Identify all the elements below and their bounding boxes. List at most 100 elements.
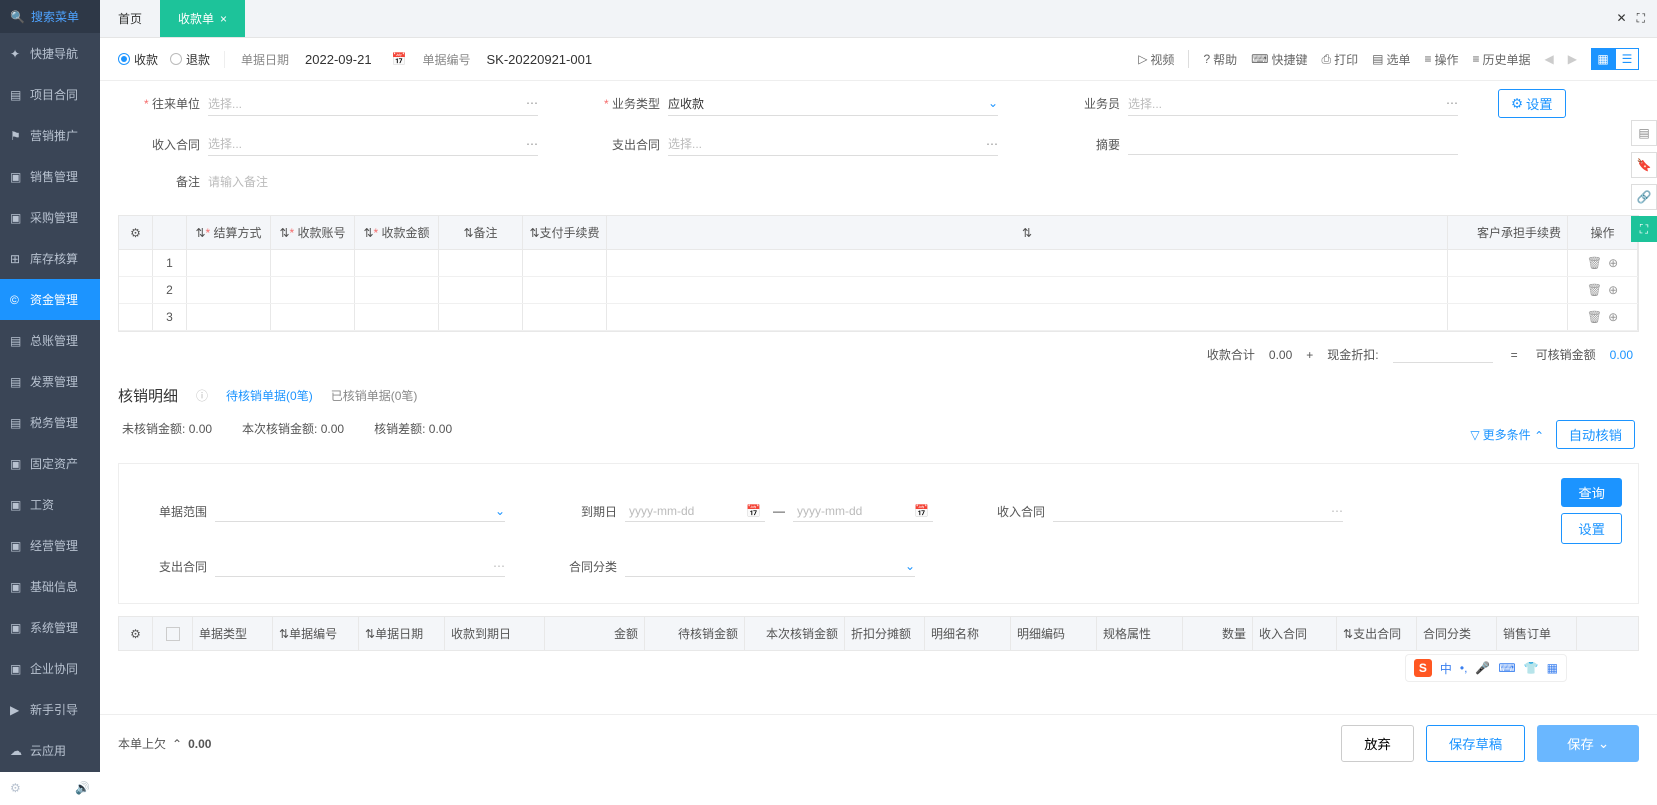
- col-amt[interactable]: 金额: [545, 617, 645, 650]
- calendar-icon[interactable]: 📅: [914, 504, 929, 518]
- fullscreen-icon[interactable]: ⛶: [1637, 11, 1645, 26]
- sidebar-item-invoice[interactable]: ▤发票管理: [0, 361, 100, 402]
- col-docdate[interactable]: ⇅ 单据日期: [359, 617, 445, 650]
- checkbox-all[interactable]: [153, 617, 193, 650]
- settings-icon[interactable]: ⚙: [10, 781, 21, 795]
- sidebar-item-ops[interactable]: ▣经营管理: [0, 525, 100, 566]
- sidebar-item-system[interactable]: ▣系统管理: [0, 607, 100, 648]
- col-remark[interactable]: ⇅ 备注: [439, 216, 523, 249]
- owe-toggle-icon[interactable]: ⌃: [172, 737, 182, 751]
- sidebar-item-cloud[interactable]: ☁云应用: [0, 730, 100, 771]
- remark-input[interactable]: 请输入备注: [208, 170, 978, 193]
- operate-button[interactable]: ≡操作: [1424, 51, 1458, 68]
- col-settle[interactable]: ⇅ 结算方式: [187, 216, 271, 249]
- expense-contract-filter-input[interactable]: ⋯: [215, 556, 505, 577]
- biztype-input[interactable]: 应收款⌄: [668, 92, 998, 116]
- col-detailcode[interactable]: 明细编码: [1011, 617, 1097, 650]
- col-fee[interactable]: ⇅ 支付手续费: [523, 216, 607, 249]
- partner-input[interactable]: 选择...⋯: [208, 92, 538, 116]
- delete-icon[interactable]: 🗑: [1587, 283, 1602, 297]
- abandon-button[interactable]: 放弃: [1341, 725, 1414, 762]
- volume-icon[interactable]: 🔊: [75, 781, 90, 795]
- add-row-icon[interactable]: ⊕: [1608, 283, 1618, 297]
- salesman-input[interactable]: 选择...⋯: [1128, 92, 1458, 116]
- ime-toolbox-icon[interactable]: ▦: [1547, 661, 1558, 675]
- col-doctype[interactable]: 单据类型: [193, 617, 273, 650]
- select-button[interactable]: ▤选单: [1372, 51, 1410, 68]
- sidebar-search[interactable]: 🔍 搜索菜单: [0, 0, 100, 33]
- col-thiscore-amt[interactable]: 本次核销金额: [745, 617, 845, 650]
- gear-column[interactable]: ⚙: [119, 216, 153, 249]
- ime-punct-icon[interactable]: •,: [1460, 661, 1468, 675]
- tab-receipt[interactable]: 收款单×: [160, 0, 245, 37]
- summary-input[interactable]: [1128, 134, 1458, 155]
- col-income-contract[interactable]: 收入合同: [1253, 617, 1337, 650]
- history-button[interactable]: ≡历史单据: [1473, 51, 1531, 68]
- income-contract-filter-input[interactable]: ⋯: [1053, 501, 1343, 522]
- sidebar-item-guide[interactable]: ▶新手引导: [0, 689, 100, 730]
- more-icon[interactable]: ⋯: [493, 559, 505, 573]
- expense-contract-input[interactable]: 选择...⋯: [668, 132, 998, 156]
- income-contract-input[interactable]: 选择...⋯: [208, 132, 538, 156]
- col-duedate[interactable]: 收款到期日: [445, 617, 545, 650]
- rail-tag-icon[interactable]: 🔖: [1631, 152, 1657, 178]
- col-pending-amt[interactable]: 待核销金额: [645, 617, 745, 650]
- tab-home[interactable]: 首页: [100, 0, 160, 37]
- video-button[interactable]: ▷视频: [1138, 51, 1174, 68]
- calendar-icon[interactable]: 📅: [392, 52, 407, 66]
- rail-expand-icon[interactable]: ⛶: [1631, 216, 1657, 242]
- save-button[interactable]: 保存⌄: [1537, 725, 1639, 762]
- table-row[interactable]: 2 🗑⊕: [119, 277, 1638, 304]
- sidebar-item-inventory[interactable]: ⊞库存核算: [0, 238, 100, 279]
- sidebar-item-project[interactable]: ▤项目合同: [0, 74, 100, 115]
- radio-refund[interactable]: 退款: [170, 51, 210, 68]
- contract-cat-input[interactable]: ⌄: [625, 556, 915, 577]
- ime-mic-icon[interactable]: 🎤: [1475, 661, 1490, 675]
- chevron-down-icon[interactable]: ⌄: [905, 559, 915, 573]
- prev-icon[interactable]: ◀: [1545, 52, 1554, 66]
- filter-set-button[interactable]: 设置: [1561, 513, 1622, 544]
- hotkey-button[interactable]: ⌨快捷键: [1251, 51, 1307, 68]
- ime-bar[interactable]: S 中 •, 🎤 ⌨ 👕 ▦: [1405, 654, 1567, 682]
- tab-pending[interactable]: 待核销单据(0笔): [226, 387, 313, 404]
- col-discshare[interactable]: 折扣分摊额: [845, 617, 925, 650]
- more-icon[interactable]: ⋯: [1446, 96, 1458, 110]
- table-row[interactable]: 1 🗑⊕: [119, 250, 1638, 277]
- delete-icon[interactable]: 🗑: [1587, 310, 1602, 324]
- sidebar-item-quicknav[interactable]: ✦快捷导航: [0, 33, 100, 74]
- date-from-input[interactable]: yyyy-mm-dd📅: [625, 501, 765, 522]
- col-spec[interactable]: 规格属性: [1097, 617, 1183, 650]
- next-icon[interactable]: ▶: [1568, 52, 1577, 66]
- col-qty[interactable]: 数量: [1183, 617, 1253, 650]
- sidebar-item-salary[interactable]: ▣工资: [0, 484, 100, 525]
- sidebar-item-basic[interactable]: ▣基础信息: [0, 566, 100, 607]
- delete-icon[interactable]: 🗑: [1587, 256, 1602, 270]
- chevron-down-icon[interactable]: ⌄: [495, 504, 505, 518]
- radio-receive[interactable]: 收款: [118, 51, 158, 68]
- query-button[interactable]: 查询: [1561, 478, 1622, 507]
- tab-close-icon[interactable]: ✕: [1617, 11, 1627, 26]
- calendar-icon[interactable]: 📅: [746, 504, 761, 518]
- add-row-icon[interactable]: ⊕: [1608, 256, 1618, 270]
- auto-core-button[interactable]: 自动核销: [1556, 420, 1635, 449]
- more-icon[interactable]: ⋯: [526, 137, 538, 151]
- sidebar-item-collab[interactable]: ▣企业协同: [0, 648, 100, 689]
- sidebar-item-sales[interactable]: ▣销售管理: [0, 156, 100, 197]
- more-icon[interactable]: ⋯: [1331, 504, 1343, 518]
- range-input[interactable]: ⌄: [215, 501, 505, 522]
- ime-skin-icon[interactable]: 👕: [1524, 661, 1539, 675]
- ime-lang[interactable]: 中: [1440, 660, 1452, 677]
- ime-keyboard-icon[interactable]: ⌨: [1498, 661, 1515, 675]
- col-salesorder[interactable]: 销售订单: [1497, 617, 1577, 650]
- col-account[interactable]: ⇅ 收款账号: [271, 216, 355, 249]
- close-icon[interactable]: ×: [220, 12, 227, 26]
- view-detail[interactable]: ▦: [1591, 48, 1615, 70]
- cash-discount-input[interactable]: [1393, 347, 1493, 363]
- sidebar-item-purchase[interactable]: ▣采购管理: [0, 197, 100, 238]
- chevron-down-icon[interactable]: ⌄: [988, 96, 998, 110]
- col-contract-cat[interactable]: 合同分类: [1417, 617, 1497, 650]
- settings-button[interactable]: ⚙设置: [1498, 89, 1566, 118]
- sidebar-item-fund[interactable]: ©资金管理: [0, 279, 100, 320]
- col-custfee[interactable]: 客户承担手续费: [1448, 216, 1568, 249]
- sidebar-item-tax[interactable]: ▤税务管理: [0, 402, 100, 443]
